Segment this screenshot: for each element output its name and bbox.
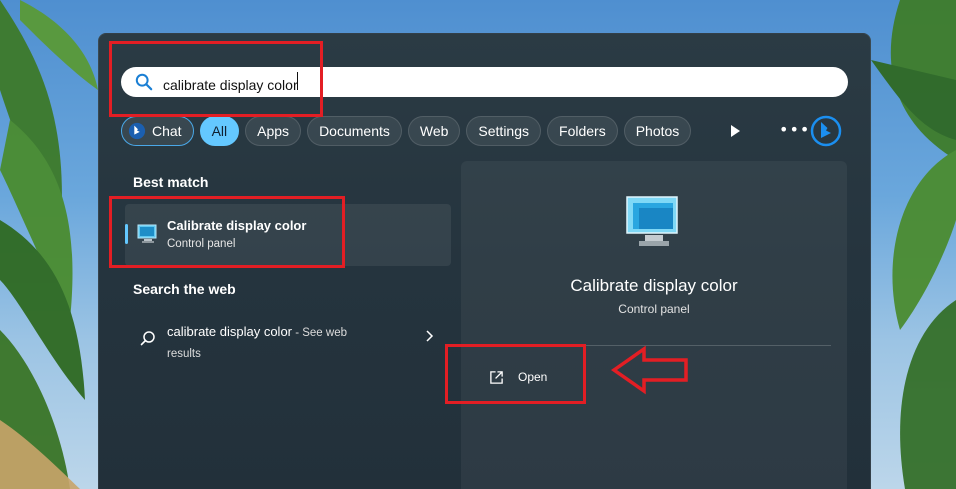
preview-title: Calibrate display color (570, 276, 738, 295)
filter-apps-label: Apps (257, 123, 290, 139)
search-web-heading: Search the web (133, 281, 236, 297)
web-search-text: calibrate display color - See web result… (167, 322, 377, 364)
filter-web-label: Web (419, 123, 449, 139)
filter-chat[interactable]: Chat (121, 116, 194, 146)
filter-all[interactable]: All (199, 116, 240, 146)
filter-chat-label: Chat (152, 123, 182, 139)
preview-subtitle: Control panel (618, 302, 690, 316)
annotation-best-match (109, 196, 345, 268)
annotation-arrow-left-icon (610, 345, 688, 395)
annotation-open (445, 344, 586, 404)
monitor-icon (626, 196, 678, 246)
web-search-result[interactable]: calibrate display color - See web result… (125, 314, 451, 364)
more-icon[interactable]: ••• (779, 120, 810, 139)
bing-chat-icon (128, 122, 146, 140)
filter-apps[interactable]: Apps (245, 116, 302, 146)
filter-documents[interactable]: Documents (307, 116, 402, 146)
annotation-search-box (109, 41, 323, 117)
filter-settings-label: Settings (478, 123, 530, 139)
filter-bar: Chat All Apps Documents Web Settings Fol… (121, 116, 692, 146)
filter-photos-label: Photos (635, 123, 680, 139)
filter-folders-label: Folders (559, 123, 606, 139)
filter-documents-label: Documents (319, 123, 390, 139)
bing-icon[interactable] (810, 115, 842, 147)
chevron-right-icon[interactable] (425, 329, 435, 343)
best-match-heading: Best match (133, 174, 209, 190)
filter-web[interactable]: Web (407, 116, 461, 146)
web-search-query: calibrate display color (167, 324, 293, 339)
play-icon[interactable] (727, 123, 743, 139)
filter-folders[interactable]: Folders (547, 116, 618, 146)
search-icon (140, 331, 155, 346)
filter-settings[interactable]: Settings (466, 116, 542, 146)
filter-photos[interactable]: Photos (623, 116, 692, 146)
preview-pane: Calibrate display color Control panel Op… (461, 161, 847, 489)
filter-all-label: All (211, 123, 228, 139)
